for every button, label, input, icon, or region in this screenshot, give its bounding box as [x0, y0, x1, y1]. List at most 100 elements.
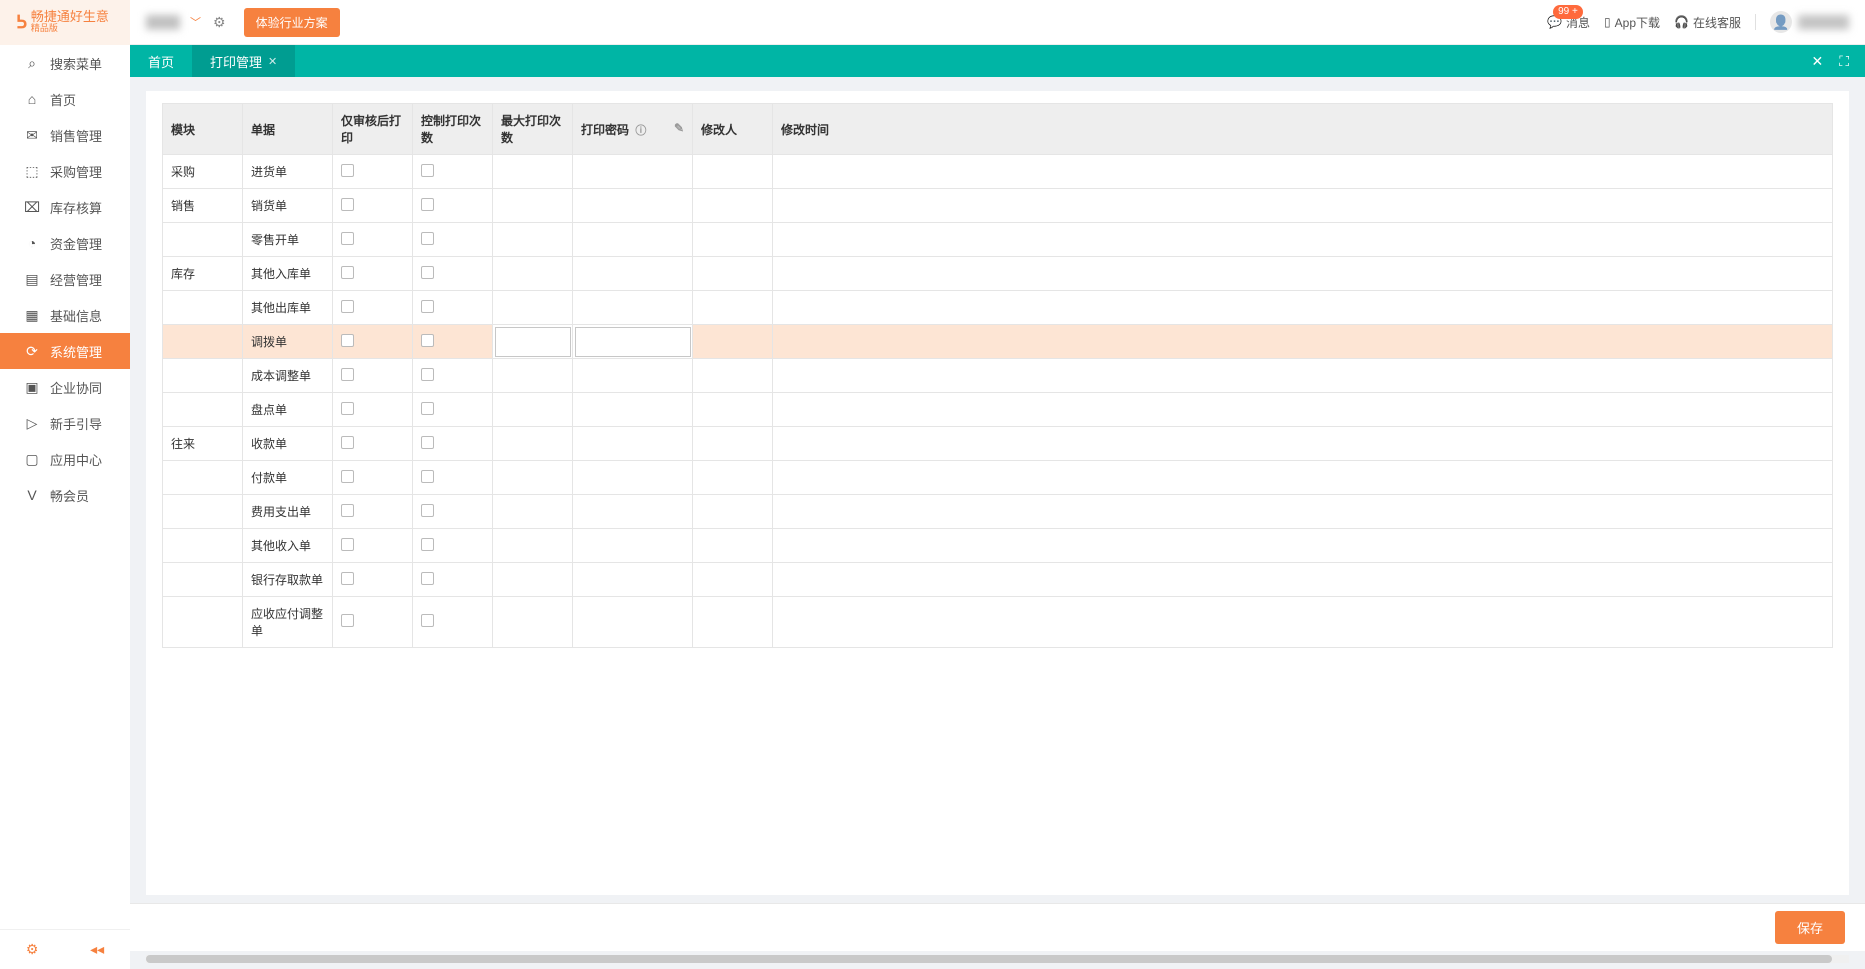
help-icon[interactable]: ⓘ: [635, 125, 646, 137]
checkbox[interactable]: [341, 470, 354, 483]
table-row: 其他收入单: [163, 529, 1833, 563]
funds-icon: ◔: [24, 235, 40, 251]
cell-module: [163, 359, 243, 393]
sidebar-item-label: 首页: [50, 90, 76, 109]
checkbox[interactable]: [341, 614, 354, 627]
cell-module: 采购: [163, 155, 243, 189]
cell-modifier: [693, 563, 773, 597]
sidebar-item-member[interactable]: V畅会员: [0, 477, 130, 513]
checkbox[interactable]: [341, 300, 354, 313]
member-icon: V: [24, 487, 40, 503]
system-icon: ⟳: [24, 343, 40, 360]
cell-module: [163, 223, 243, 257]
sidebar-item-home[interactable]: ⌂首页: [0, 81, 130, 117]
edit-icon[interactable]: ✎: [674, 121, 684, 135]
user-menu[interactable]: 👤 ██████: [1770, 11, 1849, 33]
cell-mod-time: [773, 189, 1833, 223]
checkbox[interactable]: [341, 266, 354, 279]
checkbox[interactable]: [421, 470, 434, 483]
table-row: 盘点单: [163, 393, 1833, 427]
sidebar-item-purchase[interactable]: ⬚采购管理: [0, 153, 130, 189]
checkbox[interactable]: [421, 164, 434, 177]
cell-modifier: [693, 155, 773, 189]
checkbox[interactable]: [421, 538, 434, 551]
checkbox[interactable]: [421, 402, 434, 415]
top-right: 💬 99 + 消息 ▯ App下载 🎧 在线客服 👤 ██████: [1547, 11, 1849, 33]
checkbox[interactable]: [341, 572, 354, 585]
checkbox[interactable]: [421, 368, 434, 381]
logo[interactable]: ᕊ 畅捷通好生意 精品版: [0, 0, 130, 45]
cell-max-count[interactable]: [493, 325, 573, 359]
cell-module: [163, 495, 243, 529]
horizontal-scrollbar[interactable]: [146, 955, 1849, 963]
cell-control: [413, 427, 493, 461]
cell-control: [413, 495, 493, 529]
cell-password[interactable]: [573, 325, 693, 359]
cell-password: [573, 427, 693, 461]
checkbox[interactable]: [421, 504, 434, 517]
checkbox[interactable]: [341, 436, 354, 449]
checkbox[interactable]: [341, 402, 354, 415]
cell-audit: [333, 257, 413, 291]
checkbox[interactable]: [421, 436, 434, 449]
checkbox[interactable]: [341, 164, 354, 177]
cell-audit: [333, 359, 413, 393]
collapse-icon[interactable]: ◂◂: [90, 941, 104, 958]
table-row: 零售开单: [163, 223, 1833, 257]
messages-link[interactable]: 💬 99 + 消息: [1547, 14, 1590, 31]
app-label: App下载: [1615, 14, 1660, 31]
sidebar-item-guide[interactable]: ▷新手引导: [0, 405, 130, 441]
cell-document: 其他收入单: [243, 529, 333, 563]
sidebar-item-inventory[interactable]: ⌧库存核算: [0, 189, 130, 225]
table-row: 银行存取款单: [163, 563, 1833, 597]
cell-mod-time: [773, 325, 1833, 359]
cell-password: [573, 359, 693, 393]
sidebar-item-system[interactable]: ⟳系统管理: [0, 333, 130, 369]
checkbox[interactable]: [421, 198, 434, 211]
checkbox[interactable]: [421, 300, 434, 313]
settings-icon[interactable]: ⚙: [26, 941, 39, 958]
cell-audit: [333, 189, 413, 223]
checkbox[interactable]: [421, 614, 434, 627]
checkbox[interactable]: [341, 538, 354, 551]
sidebar-item-biz[interactable]: ▤经营管理: [0, 261, 130, 297]
sidebar-item-search-menu[interactable]: ⌕搜索菜单: [0, 45, 130, 81]
checkbox[interactable]: [421, 266, 434, 279]
checkbox[interactable]: [341, 198, 354, 211]
sidebar-item-apps[interactable]: ▢应用中心: [0, 441, 130, 477]
cell-password: [573, 597, 693, 648]
checkbox[interactable]: [341, 334, 354, 347]
org-selector[interactable]: ████ ﹀: [146, 14, 201, 30]
tab-fullscreen[interactable]: ⛶: [1831, 45, 1857, 77]
app-download-link[interactable]: ▯ App下载: [1604, 14, 1660, 31]
tab-首页[interactable]: 首页: [130, 45, 192, 77]
cta-button[interactable]: 体验行业方案: [244, 8, 340, 37]
chevron-down-icon: ﹀: [190, 14, 201, 30]
checkbox[interactable]: [421, 572, 434, 585]
inventory-icon: ⌧: [24, 199, 40, 216]
tab-close-all[interactable]: ✕: [1803, 45, 1831, 77]
save-button[interactable]: 保存: [1775, 911, 1845, 944]
checkbox[interactable]: [341, 232, 354, 245]
cell-control: [413, 563, 493, 597]
cell-module: [163, 563, 243, 597]
sidebar-item-sales[interactable]: ✉销售管理: [0, 117, 130, 153]
tab-打印管理[interactable]: 打印管理✕: [192, 45, 295, 77]
support-link[interactable]: 🎧 在线客服: [1674, 14, 1741, 31]
sidebar-item-collab[interactable]: ▣企业协同: [0, 369, 130, 405]
close-icon[interactable]: ✕: [268, 55, 277, 68]
checkbox[interactable]: [421, 334, 434, 347]
sidebar-item-label: 基础信息: [50, 306, 102, 325]
col-module: 模块: [163, 104, 243, 155]
scrollbar-thumb[interactable]: [146, 955, 1832, 963]
cell-document: 销货单: [243, 189, 333, 223]
gear-icon[interactable]: ⚙: [213, 14, 226, 31]
checkbox[interactable]: [341, 368, 354, 381]
col-password: 打印密码 ⓘ ✎: [573, 104, 693, 155]
purchase-icon: ⬚: [24, 163, 40, 180]
sidebar-item-funds[interactable]: ◔资金管理: [0, 225, 130, 261]
checkbox[interactable]: [421, 232, 434, 245]
sidebar-item-basic[interactable]: ▦基础信息: [0, 297, 130, 333]
cell-document: 付款单: [243, 461, 333, 495]
checkbox[interactable]: [341, 504, 354, 517]
